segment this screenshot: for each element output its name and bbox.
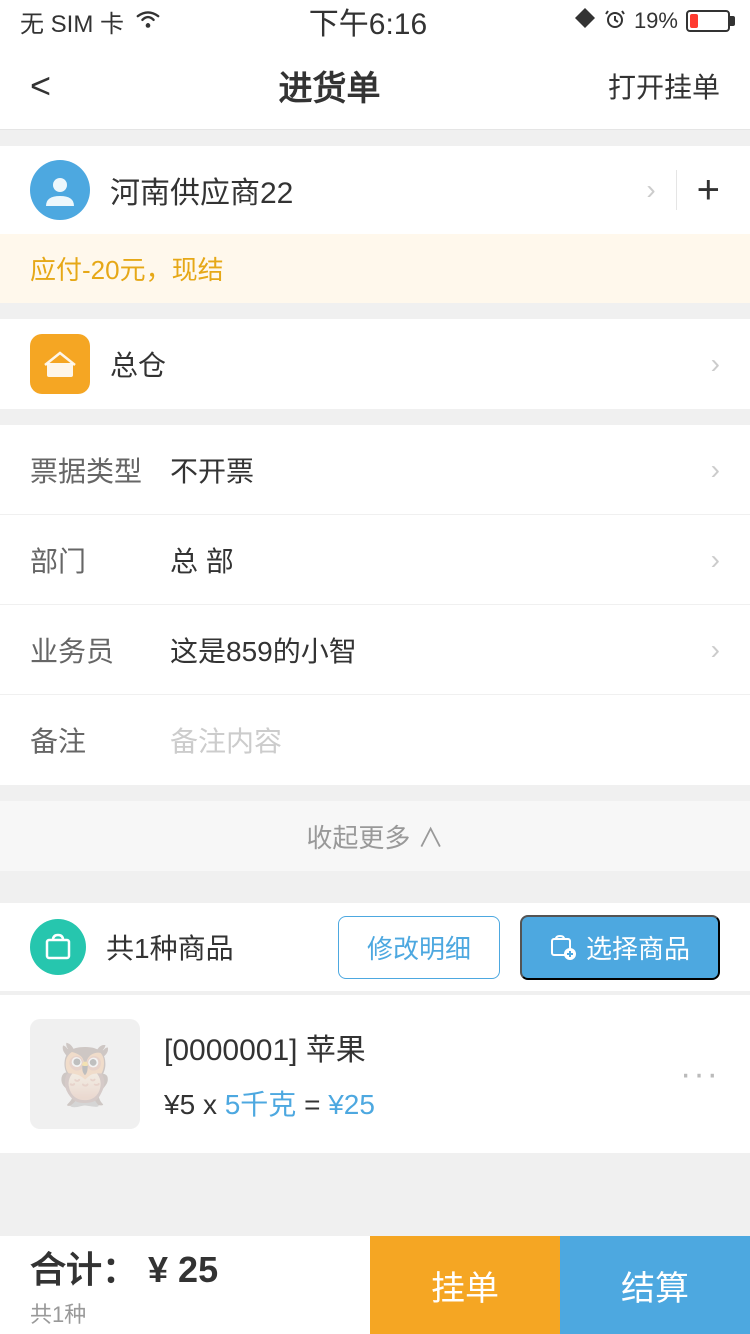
total-value: ¥ 25 — [148, 1249, 218, 1290]
form-card: 票据类型 不开票 › 部门 总 部 › 业务员 这是859的小智 › 备注 备注… — [0, 425, 750, 785]
total-section: 合计： ¥ 25 共1种 — [0, 1241, 370, 1329]
nav-bar: < 进货单 打开挂单 — [0, 42, 750, 130]
divider — [676, 170, 677, 210]
supplier-name: 河南供应商22 — [110, 168, 646, 212]
status-right: 19% — [574, 7, 730, 35]
bottom-bar: 合计： ¥ 25 共1种 挂单 结算 — [0, 1236, 750, 1334]
product-header: 共1种商品 修改明细 选择商品 — [0, 903, 750, 991]
total-label: 合计： — [30, 1249, 138, 1290]
product-count: 共1种商品 — [106, 927, 318, 967]
product-info: [0000001] 苹果 ¥5 x 5千克 = ¥25 — [164, 1025, 656, 1123]
battery-icon — [686, 10, 730, 32]
select-product-label: 选择商品 — [586, 929, 690, 966]
salesman-chevron-icon: › — [711, 634, 720, 666]
product-title: 苹果 — [306, 1034, 366, 1067]
product-qty: 5千克 — [225, 1089, 297, 1120]
hang-label: 挂单 — [431, 1261, 499, 1310]
remark-value[interactable]: 备注内容 — [170, 720, 720, 760]
product-total: ¥25 — [328, 1089, 375, 1120]
multiply-sign: x — [203, 1089, 225, 1120]
supplier-card: 河南供应商22 › + 应付-20元，现结 — [0, 146, 750, 303]
battery-text: 19% — [634, 8, 678, 34]
dept-row[interactable]: 部门 总 部 › — [0, 515, 750, 605]
product-icon — [30, 919, 86, 975]
supplier-notice: 应付-20元，现结 — [0, 234, 750, 303]
collapse-toggle[interactable]: 收起更多 ∧ — [0, 801, 750, 871]
total-count: 共1种 — [30, 1297, 340, 1329]
product-more-button[interactable]: ··· — [680, 1055, 720, 1094]
location-icon — [574, 7, 596, 35]
equals-sign: = — [304, 1089, 328, 1120]
collapse-label: 收起更多 ∧ — [306, 818, 443, 855]
page-title: 进货单 — [279, 61, 381, 110]
status-left: 无 SIM 卡 — [20, 4, 162, 39]
open-hang-button[interactable]: 打开挂单 — [608, 66, 720, 106]
select-product-button[interactable]: 选择商品 — [520, 915, 720, 980]
warehouse-name: 总仓 — [110, 344, 711, 384]
salesman-row[interactable]: 业务员 这是859的小智 › — [0, 605, 750, 695]
supplier-row[interactable]: 河南供应商22 › + — [0, 146, 750, 234]
checkout-button[interactable]: 结算 — [560, 1236, 750, 1334]
add-supplier-button[interactable]: + — [697, 168, 720, 213]
alarm-icon — [604, 7, 626, 35]
dept-chevron-icon: › — [711, 544, 720, 576]
total-amount: 合计： ¥ 25 — [30, 1241, 340, 1293]
warehouse-card[interactable]: 总仓 › — [0, 319, 750, 409]
remark-row[interactable]: 备注 备注内容 — [0, 695, 750, 785]
supplier-chevron-icon: › — [646, 174, 655, 206]
unit-price: ¥5 — [164, 1089, 195, 1120]
supplier-avatar — [30, 160, 90, 220]
checkout-label: 结算 — [621, 1261, 689, 1310]
dept-label: 部门 — [30, 540, 170, 580]
back-button[interactable]: < — [30, 65, 51, 107]
warehouse-chevron-icon: › — [711, 348, 720, 380]
invoice-chevron-icon: › — [711, 454, 720, 486]
warehouse-icon — [30, 334, 90, 394]
invoice-value: 不开票 — [170, 450, 711, 490]
salesman-label: 业务员 — [30, 630, 170, 670]
hang-button[interactable]: 挂单 — [370, 1236, 560, 1334]
warehouse-row[interactable]: 总仓 › — [0, 319, 750, 409]
invoice-label: 票据类型 — [30, 450, 170, 490]
carrier-text: 无 SIM 卡 — [20, 4, 124, 39]
product-thumb-icon: 🦉 — [48, 1039, 123, 1110]
product-price: ¥5 x 5千克 = ¥25 — [164, 1083, 656, 1123]
product-thumbnail: 🦉 — [30, 1019, 140, 1129]
remark-label: 备注 — [30, 720, 170, 760]
invoice-row[interactable]: 票据类型 不开票 › — [0, 425, 750, 515]
wifi-icon — [134, 7, 162, 36]
product-id: [0000001] — [164, 1034, 297, 1067]
product-name: [0000001] 苹果 — [164, 1025, 656, 1069]
edit-detail-button[interactable]: 修改明细 — [338, 916, 500, 979]
salesman-value: 这是859的小智 — [170, 630, 711, 670]
product-item: 🦉 [0000001] 苹果 ¥5 x 5千克 = ¥25 ··· — [0, 995, 750, 1153]
status-time: 下午6:16 — [309, 0, 427, 43]
status-bar: 无 SIM 卡 下午6:16 19% — [0, 0, 750, 42]
dept-value: 总 部 — [170, 540, 711, 580]
